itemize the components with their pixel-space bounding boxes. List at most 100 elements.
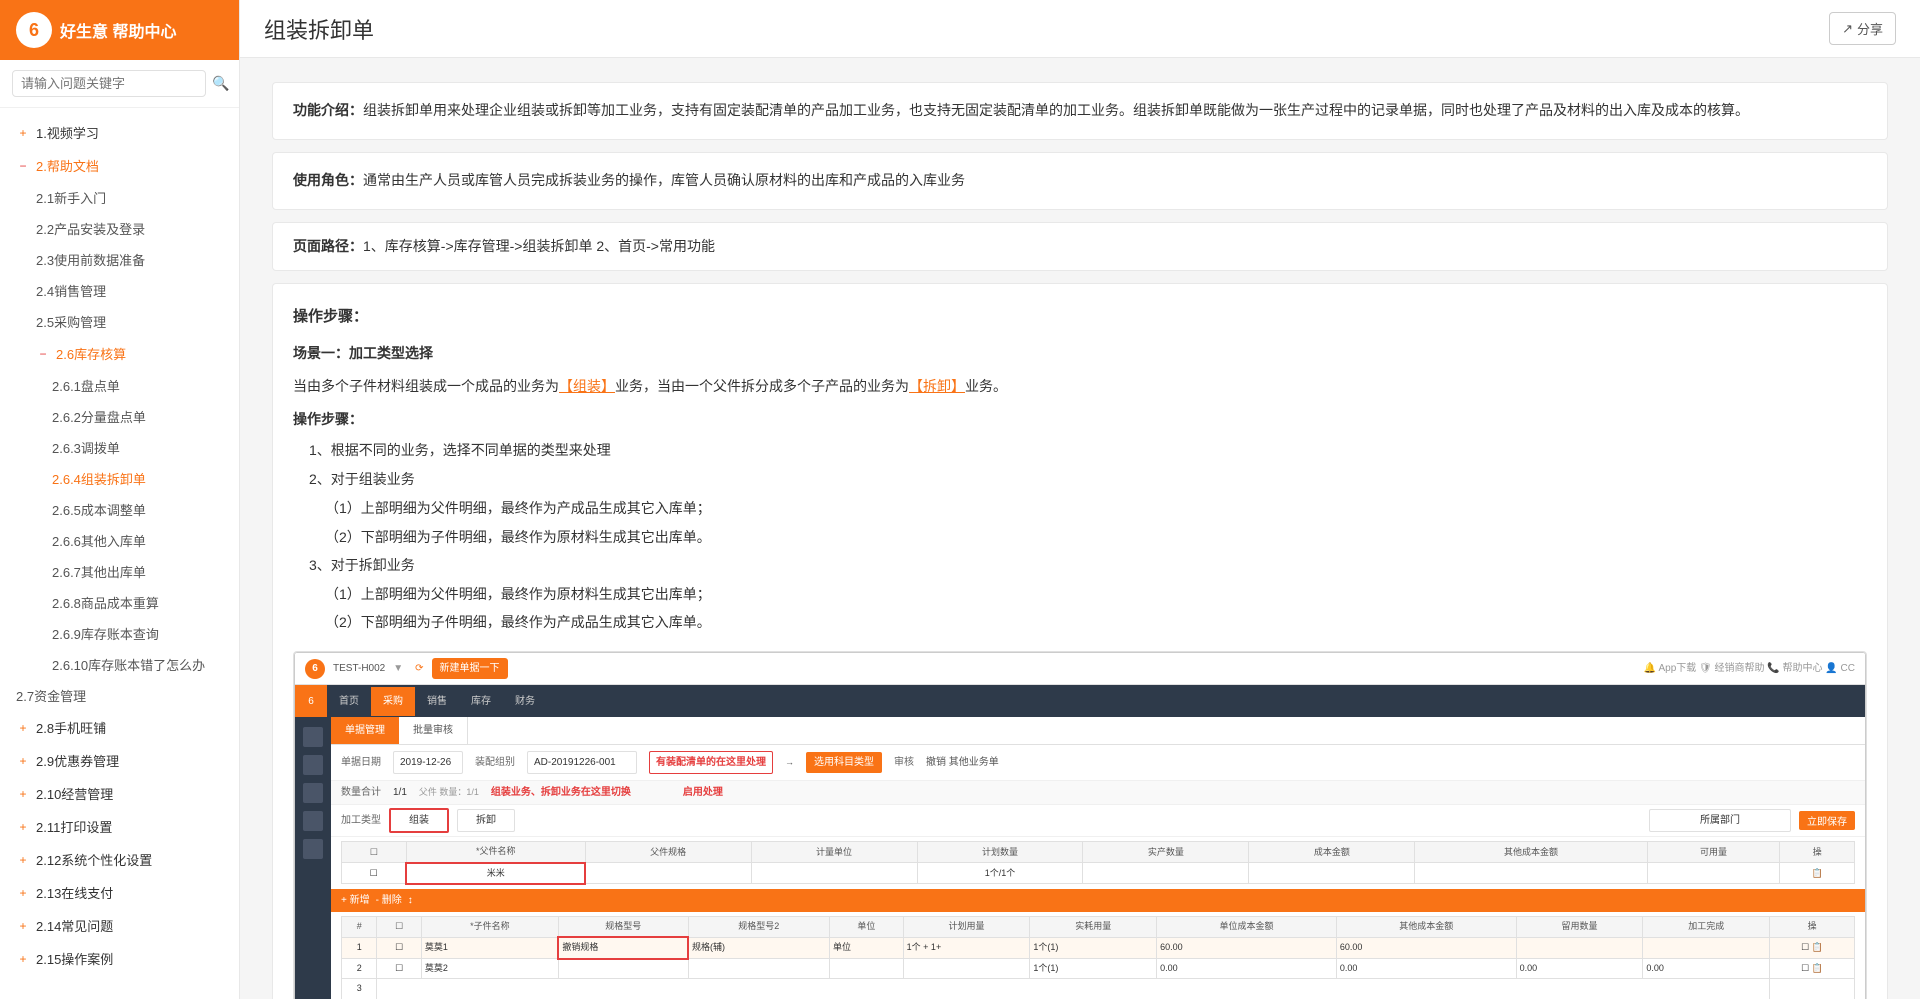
sidebar-item-custom[interactable]: + 2.12系统个性化设置 — [0, 843, 239, 876]
scene-label: 场景一：加工类型选择 — [293, 342, 1867, 366]
logo-icon: 6 — [16, 12, 52, 48]
disassembly-link: 【拆卸】 — [909, 378, 965, 394]
app-bot-td-ucost-2: 0.00 — [1157, 959, 1337, 979]
sidebar-item-finance[interactable]: 2.7资金管理 — [0, 680, 239, 711]
expand-icon: + — [16, 919, 30, 933]
app-col-parent-spec: 父件规格 — [585, 842, 751, 863]
app-mini-icon-5 — [303, 839, 323, 859]
app-td-unit — [751, 863, 917, 884]
expand-icon: + — [16, 787, 30, 801]
sidebar-item-stock-query[interactable]: 2.6.9库存账本查询 — [0, 618, 239, 649]
app-logo: 6 — [305, 659, 325, 679]
app-td-action[interactable]: 📋 — [1780, 863, 1855, 884]
assembly-link: 【组装】 — [559, 378, 615, 394]
sidebar-item-sales[interactable]: 2.4销售管理 — [0, 275, 239, 306]
app-annotation-type: 组装业务、拆卸业务在这里切换 — [491, 784, 631, 801]
sidebar-item-cost-adj[interactable]: 2.6.5成本调整单 — [0, 494, 239, 525]
sidebar-item-purchase[interactable]: 2.5采购管理 — [0, 306, 239, 337]
app-order-date[interactable]: 2019-12-26 — [393, 751, 463, 774]
app-bot-td-retain-1 — [1516, 937, 1643, 958]
app-save-btn[interactable]: 立即保存 — [1799, 811, 1855, 830]
app-nav-inventory[interactable]: 库存 — [459, 687, 503, 716]
sidebar-item-faq[interactable]: + 2.14常见问题 — [0, 909, 239, 942]
sidebar-item-other-out[interactable]: 2.6.7其他出库单 — [0, 556, 239, 587]
app-bot-col-retain: 留用数量 — [1516, 916, 1643, 937]
app-bot-col-no: # — [342, 916, 377, 937]
search-input[interactable] — [12, 70, 206, 97]
app-bot-td-no-2: 2 — [342, 959, 377, 979]
app-td-name[interactable]: 米米 — [406, 863, 585, 884]
sidebar-item-cost-recalc[interactable]: 2.6.8商品成本重算 — [0, 587, 239, 618]
app-col-cost: 成本金额 — [1249, 842, 1415, 863]
app-bom-btn[interactable]: 选用科目类型 — [806, 752, 882, 773]
app-bot-col-spec1: 规格型号 — [558, 916, 688, 937]
sidebar-item-inventory[interactable]: − 2.6库存核算 — [0, 337, 239, 370]
app-topbar: 6 TEST-H002 ▼ ⟳ 新建单据一下 🔔 App下载 🛡 经销商帮助 📞… — [295, 653, 1865, 685]
app-bot-td-spec2-1: 规格(辅) — [688, 937, 829, 958]
share-button[interactable]: ↗ 分享 — [1829, 12, 1896, 45]
app-mini-icon-2 — [303, 755, 323, 775]
app-group-val[interactable]: AD-20191226-001 — [527, 751, 637, 774]
expand-icon: + — [16, 754, 30, 768]
app-nav-purchase[interactable]: 采购 — [371, 687, 415, 716]
sidebar-item-install[interactable]: 2.2产品安装及登录 — [0, 213, 239, 244]
app-bot-col-other-cost: 其他成本金额 — [1336, 916, 1516, 937]
app-bot-td-ops-3[interactable] — [1770, 979, 1855, 999]
app-bot-td-spec1-1[interactable]: 撤销规格 — [558, 937, 688, 958]
search-box: 🔍 — [0, 60, 239, 108]
app-annotation-bom: 有装配清单的在这里处理 — [649, 751, 773, 774]
app-new-btn[interactable]: 新建单据一下 — [432, 658, 508, 679]
app-tab-bulk[interactable]: 批量审核 — [399, 717, 468, 744]
sidebar-item-cases[interactable]: + 2.15操作案例 — [0, 942, 239, 975]
app-disassemble-option[interactable]: 拆卸 — [457, 809, 515, 832]
app-body: 单据管理 批量审核 单据日期 2019-12-26 装配组别 AD-201912… — [295, 717, 1865, 999]
app-icons-right: 🔔 App下载 🛡 经销商帮助 📞 帮助中心 👤 CC — [1644, 660, 1855, 677]
app-bot-td-retain-2: 0.00 — [1516, 959, 1643, 979]
sidebar-item-video[interactable]: + 1.视频学习 — [0, 116, 239, 149]
sidebar-item-other-in[interactable]: 2.6.6其他入库单 — [0, 525, 239, 556]
app-orange-add[interactable]: + 新增 — [341, 892, 370, 909]
expand-icon: + — [16, 952, 30, 966]
app-type-select[interactable]: 组装 — [389, 808, 449, 833]
app-nav-sales[interactable]: 销售 — [415, 687, 459, 716]
app-bot-td-ops-1[interactable]: ☐ 📋 — [1770, 937, 1855, 958]
app-col-other-cost: 其他成本金额 — [1415, 842, 1647, 863]
app-bot-td-ops-2[interactable]: ☐ 📋 — [1770, 959, 1855, 979]
app-orange-bar: + 新增 - 删除 ↕ — [331, 889, 1865, 912]
app-col-checkbox: ☐ — [342, 842, 407, 863]
app-bot-col-spec2: 规格型号2 — [688, 916, 829, 937]
search-button[interactable]: 🔍 — [212, 75, 229, 92]
app-top-row-1: ☐ 米米 1个/1个 — [342, 863, 1855, 884]
app-bot-col-ops: 操 — [1770, 916, 1855, 937]
app-bot-td-ucost-1: 60.00 — [1157, 937, 1337, 958]
app-orange-del[interactable]: - 删除 — [376, 892, 402, 909]
path-block: 页面路径：1、库存核算->库存管理->组装拆卸单 2、首页->常用功能 — [272, 222, 1888, 272]
sidebar-item-transfer[interactable]: 2.6.3调拨单 — [0, 432, 239, 463]
sidebar-item-assembly[interactable]: 2.6.4组装拆卸单 — [0, 463, 239, 494]
sidebar-item-newbie[interactable]: 2.1新手入门 — [0, 182, 239, 213]
sidebar-item-docs[interactable]: − 2.帮助文档 — [0, 149, 239, 182]
sidebar-header: 6 好生意 帮助中心 — [0, 0, 239, 60]
app-tab-manage[interactable]: 单据管理 — [331, 717, 399, 744]
sidebar-item-partial[interactable]: 2.6.2分量盘点单 — [0, 401, 239, 432]
sidebar-item-print[interactable]: + 2.11打印设置 — [0, 810, 239, 843]
sidebar-item-coupon[interactable]: + 2.9优惠券管理 — [0, 744, 239, 777]
func-intro-text: 组装拆卸单用来处理企业组装或拆卸等加工业务，支持有固定装配清单的产品加工业务，也… — [363, 102, 1749, 118]
sidebar-item-data-prep[interactable]: 2.3使用前数据准备 — [0, 244, 239, 275]
app-td-check: ☐ — [342, 863, 407, 884]
app-td-spec — [585, 863, 751, 884]
app-nav-home[interactable]: 首页 — [327, 687, 371, 716]
scene-desc: 当由多个子件材料组装成一个成品的业务为【组装】业务，当由一个父件拆分成多个子产品… — [293, 374, 1867, 399]
sidebar-item-stock-err[interactable]: 2.6.10库存账本错了怎么办 — [0, 649, 239, 680]
sidebar-item-stocktake[interactable]: 2.6.1盘点单 — [0, 370, 239, 401]
app-bot-td-no-3: 3 — [342, 979, 377, 999]
app-nav-finance[interactable]: 财务 — [503, 687, 547, 716]
role-block: 使用角色：通常由生产人员或库管人员完成拆装业务的操作，库管人员确认原材料的出库和… — [272, 152, 1888, 210]
sidebar-item-ops[interactable]: + 2.10经营管理 — [0, 777, 239, 810]
app-dept-select[interactable]: 所属部门 — [1649, 809, 1791, 832]
app-order-date-label: 单据日期 — [341, 754, 381, 771]
sidebar-item-mobile[interactable]: + 2.8手机旺铺 — [0, 711, 239, 744]
expand-icon: + — [16, 886, 30, 900]
app-dropdown: ▼ — [393, 660, 403, 677]
sidebar-item-pay[interactable]: + 2.13在线支付 — [0, 876, 239, 909]
